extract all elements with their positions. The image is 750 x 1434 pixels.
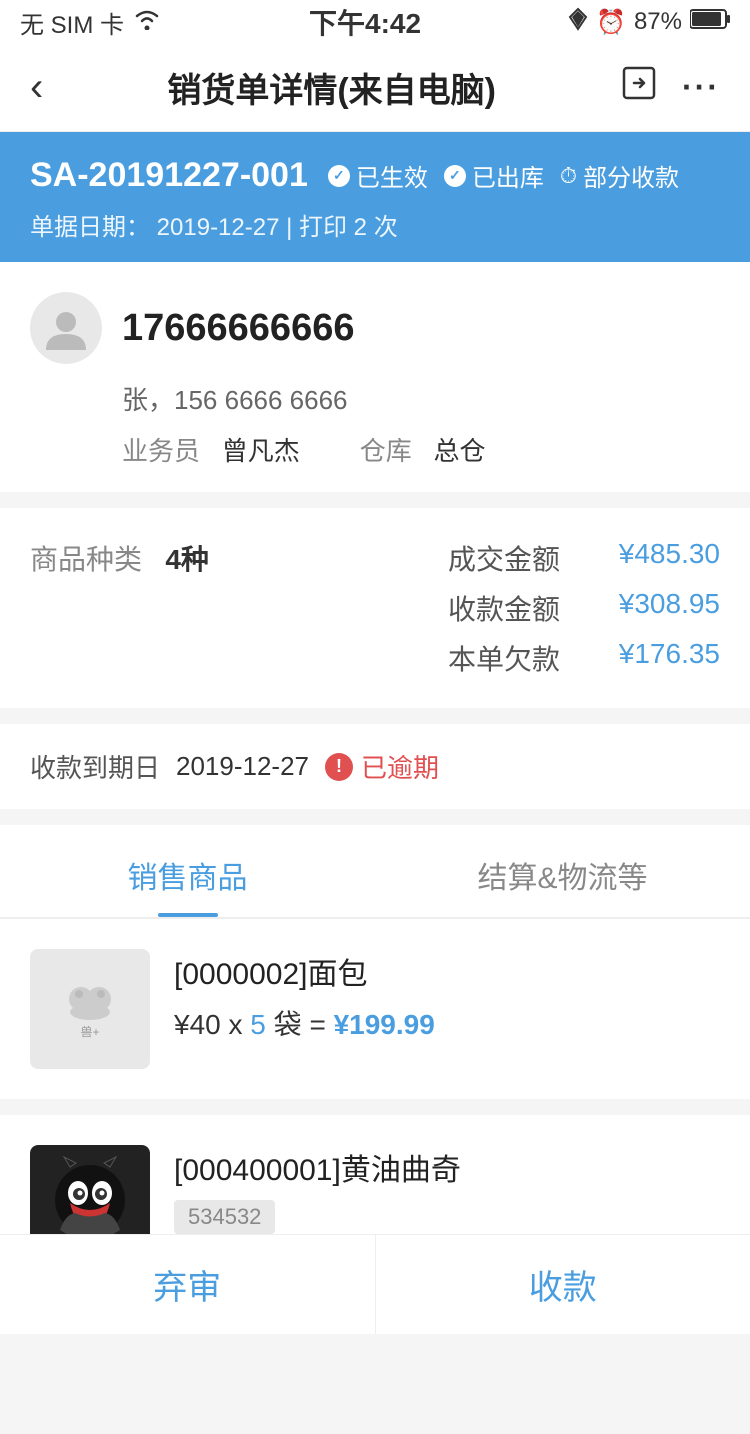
banner-date: 单据日期： 2019-12-27 | 打印 2 次 — [30, 207, 720, 242]
status-partial: ⏱ 部分收款 — [560, 158, 679, 193]
product-list: 兽+ [0000002]面包 ¥40 x 5 袋 = ¥199.99 — [0, 919, 750, 1434]
outbound-icon: ✓ — [444, 165, 466, 187]
sim-status: 无 SIM 卡 — [20, 5, 124, 40]
product-thumbnail-1: 兽+ — [30, 949, 150, 1069]
product-price-1: ¥40 x 5 袋 = ¥199.99 — [174, 1003, 720, 1043]
due-section: 收款到期日 2019-12-27 ! 已逾期 — [0, 724, 750, 809]
tab-sales[interactable]: 销售商品 — [0, 825, 375, 917]
page-title: 销货单详情(来自电脑) — [167, 63, 496, 112]
stats-section: 商品种类 4种 成交金额 ¥485.30 收款金额 ¥308.95 本单欠款 ¥… — [0, 508, 750, 708]
product-name-2: [000400001]黄油曲奇 — [174, 1145, 720, 1189]
customer-name: 张，156 6666 6666 — [30, 380, 720, 417]
table-row: 兽+ [0000002]面包 ¥40 x 5 袋 = ¥199.99 — [0, 919, 750, 1099]
warehouse: 仓库 总仓 — [360, 431, 486, 468]
battery-text: 87% — [634, 8, 682, 36]
overdue-icon: ! — [325, 753, 353, 781]
customer-section: 17666666666 张，156 6666 6666 业务员 曾凡杰 仓库 总… — [0, 262, 750, 492]
collect-button[interactable]: 收款 — [376, 1235, 750, 1334]
svg-text:兽+: 兽+ — [80, 1025, 99, 1039]
wifi-icon — [132, 8, 162, 37]
status-outbound: ✓ 已出库 — [444, 158, 544, 193]
owed-row: 本单欠款 ¥176.35 — [448, 638, 720, 678]
status-tags: ✓ 已生效 ✓ 已出库 ⏱ 部分收款 — [328, 158, 679, 193]
customer-top: 17666666666 — [30, 292, 720, 364]
location-icon — [568, 7, 588, 38]
product-sku-2: 534532 — [174, 1200, 275, 1234]
tabs-section: 销售商品 结算&物流等 — [0, 825, 750, 919]
effective-icon: ✓ — [328, 165, 350, 187]
tab-settlement[interactable]: 结算&物流等 — [375, 825, 750, 917]
tab-underline — [158, 913, 218, 917]
tabs-row: 销售商品 结算&物流等 — [0, 825, 750, 917]
clock-icon: ⏱ — [560, 163, 577, 189]
customer-meta: 业务员 曾凡杰 仓库 总仓 — [30, 431, 720, 468]
order-id: SA-20191227-001 — [30, 156, 308, 195]
amount-row: 成交金额 ¥485.30 — [448, 538, 720, 578]
reject-button[interactable]: 弃审 — [0, 1235, 376, 1334]
battery-icon — [690, 8, 730, 37]
collected-row: 收款金额 ¥308.95 — [448, 588, 720, 628]
product-details-1: [0000002]面包 ¥40 x 5 袋 = ¥199.99 — [174, 949, 720, 1043]
avatar — [30, 292, 102, 364]
status-right: ⏰ 87% — [568, 7, 730, 38]
stats-right: 成交金额 ¥485.30 收款金额 ¥308.95 本单欠款 ¥176.35 — [448, 538, 720, 678]
overdue-badge: ! 已逾期 — [325, 748, 439, 785]
more-icon[interactable]: ··· — [682, 69, 720, 106]
status-time: 下午4:42 — [309, 2, 421, 42]
category-label: 商品种类 4种 — [30, 538, 209, 578]
header-banner: SA-20191227-001 ✓ 已生效 ✓ 已出库 ⏱ 部分收款 单据日期：… — [0, 132, 750, 262]
nav-actions: ··· — [620, 64, 720, 111]
share-icon[interactable] — [620, 64, 658, 111]
nav-bar: ‹ 销货单详情(来自电脑) ··· — [0, 44, 750, 132]
status-bar: 无 SIM 卡 下午4:42 ⏰ 87% — [0, 0, 750, 44]
alarm-icon: ⏰ — [596, 8, 626, 37]
status-left: 无 SIM 卡 — [20, 5, 162, 40]
bottom-bar: 弃审 收款 — [0, 1234, 750, 1334]
product-name-1: [0000002]面包 — [174, 949, 720, 993]
customer-phone: 17666666666 — [122, 307, 354, 350]
back-button[interactable]: ‹ — [30, 65, 43, 110]
stats-left: 商品种类 4种 — [30, 538, 209, 678]
status-effective: ✓ 已生效 — [328, 158, 428, 193]
sales-rep: 业务员 曾凡杰 — [122, 431, 300, 468]
